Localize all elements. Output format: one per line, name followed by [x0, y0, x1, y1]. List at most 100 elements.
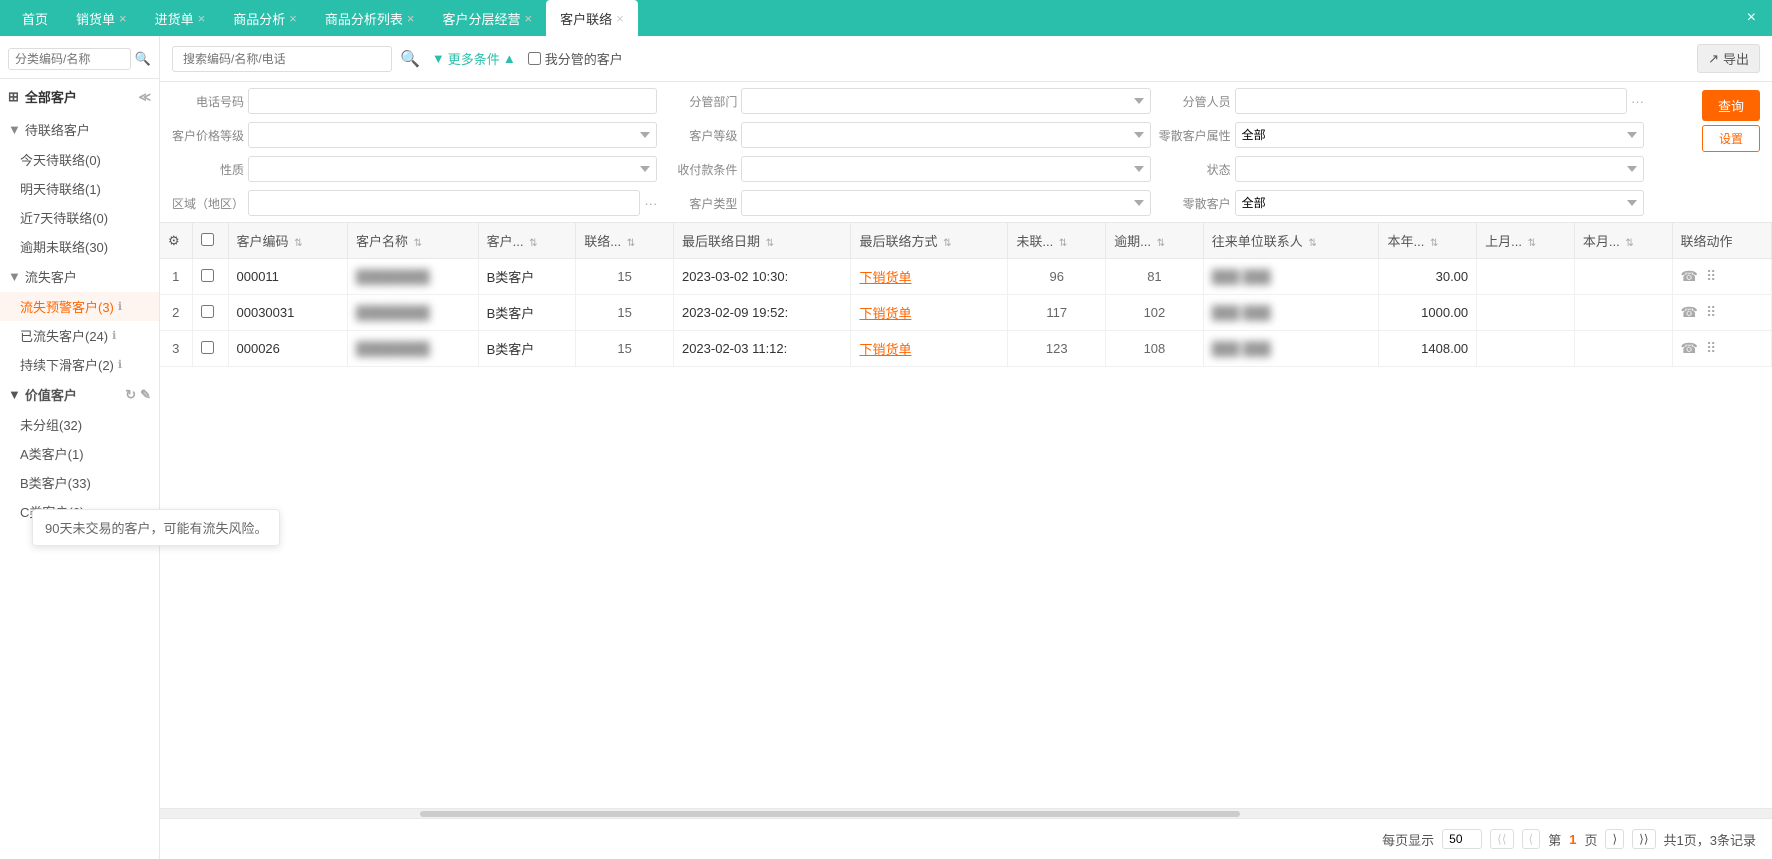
sidebar-section-churn-title[interactable]: ▼ 流失客户	[0, 261, 159, 292]
sidebar-section-pending-title[interactable]: ▼ 待联络客户	[0, 114, 159, 145]
action-more-icon-2[interactable]: ⠿	[1706, 304, 1716, 321]
pagination-next-button[interactable]: ⟩	[1605, 829, 1624, 849]
sidebar-item-today[interactable]: 今天待联络(0)	[0, 145, 159, 174]
my-customer-checkbox-label[interactable]: 我分管的客户	[528, 49, 623, 68]
customer-type-select[interactable]	[741, 190, 1150, 216]
sidebar-item-ungrouped[interactable]: 未分组(32)	[0, 410, 159, 439]
last-month-sort-icon[interactable]: ⇅	[1528, 238, 1536, 249]
tab-purchase-label: 进货单	[155, 9, 194, 28]
sidebar-item-a-class[interactable]: A类客户(1)	[0, 439, 159, 468]
edit-icon[interactable]: ✎	[140, 387, 151, 403]
tab-customer-contact-close[interactable]: ×	[616, 11, 624, 26]
region-input[interactable]	[248, 190, 640, 216]
td-last-method-link-1[interactable]: 下销货单	[859, 270, 911, 285]
td-last-method-link-2[interactable]: 下销货单	[859, 306, 911, 321]
sidebar-search-input[interactable]	[8, 48, 131, 70]
price-level-select[interactable]	[248, 122, 657, 148]
this-year-sort-icon[interactable]: ⇅	[1430, 238, 1438, 249]
sidebar-collapse-icon[interactable]: ≪	[138, 90, 151, 104]
person-dots-icon[interactable]: ···	[1631, 94, 1644, 109]
tab-sales[interactable]: 销货单 ×	[62, 0, 141, 36]
code-sort-icon[interactable]: ⇅	[294, 238, 302, 249]
filter-search-button[interactable]: 🔍	[400, 49, 420, 69]
sidebar-item-b-class[interactable]: B类客户(33)	[0, 468, 159, 497]
td-checkbox-1	[192, 259, 228, 295]
last-date-sort-icon[interactable]: ⇅	[766, 238, 774, 249]
action-more-icon-1[interactable]: ⠿	[1706, 268, 1716, 285]
dept-select[interactable]	[741, 88, 1150, 114]
td-name-3: ████████	[348, 331, 479, 367]
window-close-button[interactable]: ×	[1739, 9, 1764, 27]
td-index-2: 2	[160, 295, 192, 331]
tab-purchase[interactable]: 进货单 ×	[141, 0, 220, 36]
sidebar-item-overdue[interactable]: 逾期未联络(30)	[0, 232, 159, 261]
td-code-3: 000026	[228, 331, 348, 367]
scrollbar-thumb[interactable]	[420, 811, 1240, 817]
person-input[interactable]	[1235, 88, 1627, 114]
row-checkbox-2[interactable]	[201, 305, 214, 318]
tab-customer-tier[interactable]: 客户分层经营 ×	[428, 0, 546, 36]
tab-sales-close[interactable]: ×	[119, 11, 127, 26]
my-customer-checkbox[interactable]	[528, 52, 541, 65]
td-last-method-link-3[interactable]: 下销货单	[859, 342, 911, 357]
customer-level-select[interactable]	[741, 122, 1150, 148]
th-overdue-label: 逾期...	[1114, 234, 1151, 249]
export-button[interactable]: ↗ 导出	[1697, 44, 1760, 73]
tab-product-analysis[interactable]: 商品分析 ×	[219, 0, 311, 36]
td-contact-count-2: 15	[576, 295, 674, 331]
sidebar-search-icon[interactable]: 🔍	[135, 51, 151, 67]
pagination-total: 共1页，3条记录	[1664, 830, 1756, 849]
sidebar-item-7days[interactable]: 近7天待联络(0)	[0, 203, 159, 232]
settings-icon[interactable]: ⚙	[168, 233, 180, 248]
payment-select[interactable]	[741, 156, 1150, 182]
tab-customer-contact[interactable]: 客户联络 ×	[546, 0, 638, 36]
contact-person-sort-icon[interactable]: ⇅	[1308, 238, 1316, 249]
region-dots-icon[interactable]: ···	[644, 196, 657, 211]
tab-customer-tier-close[interactable]: ×	[524, 11, 532, 26]
uncontacted-sort-icon[interactable]: ⇅	[1059, 238, 1067, 249]
sidebar-item-churn-warning[interactable]: 流失预警客户(3) ℹ	[0, 292, 159, 321]
last-method-sort-icon[interactable]: ⇅	[943, 238, 951, 249]
sidebar-item-tomorrow[interactable]: 明天待联络(1)	[0, 174, 159, 203]
zero-retail-attr-select[interactable]: 全部	[1235, 122, 1644, 148]
filter-more-conditions-button[interactable]: ▼ 更多条件 ▲	[428, 49, 520, 68]
row-checkbox-3[interactable]	[201, 341, 214, 354]
zero-retail-select[interactable]: 全部	[1235, 190, 1644, 216]
name-sort-icon[interactable]: ⇅	[414, 238, 422, 249]
action-contact-icon-2[interactable]: ☎	[1681, 304, 1698, 321]
per-page-select[interactable]: 50	[1442, 829, 1482, 849]
action-contact-icon-3[interactable]: ☎	[1681, 340, 1698, 357]
horizontal-scrollbar[interactable]	[160, 808, 1772, 818]
nature-select[interactable]	[248, 156, 657, 182]
row-checkbox-1[interactable]	[201, 269, 214, 282]
tab-home[interactable]: 首页	[8, 0, 62, 36]
select-all-checkbox[interactable]	[201, 233, 214, 246]
dept-label: 分管部门	[665, 93, 737, 110]
tab-product-list-close[interactable]: ×	[407, 11, 415, 26]
overdue-sort-icon[interactable]: ⇅	[1157, 238, 1165, 249]
tab-purchase-close[interactable]: ×	[198, 11, 206, 26]
th-uncontacted-label: 未联...	[1016, 234, 1053, 249]
tab-product-analysis-close[interactable]: ×	[289, 11, 297, 26]
type-sort-icon[interactable]: ⇅	[529, 238, 537, 249]
filter-settings-button[interactable]: 设置	[1702, 125, 1760, 152]
sidebar-item-declining[interactable]: 持续下滑客户(2) ℹ	[0, 350, 159, 379]
action-contact-icon-1[interactable]: ☎	[1681, 268, 1698, 285]
query-button[interactable]: 查询	[1702, 90, 1760, 121]
phone-input[interactable]	[248, 88, 657, 114]
th-name-label: 客户名称	[356, 234, 408, 249]
sidebar-item-already-churn[interactable]: 已流失客户(24) ℹ	[0, 321, 159, 350]
pagination-first-button[interactable]: ⟨⟨	[1490, 829, 1513, 849]
tab-product-list[interactable]: 商品分析列表 ×	[311, 0, 429, 36]
person-label: 分管人员	[1159, 93, 1231, 110]
filter-search-input[interactable]	[172, 46, 392, 72]
this-month-sort-icon[interactable]: ⇅	[1625, 238, 1633, 249]
contact-count-sort-icon[interactable]: ⇅	[627, 238, 635, 249]
pagination-prev-button[interactable]: ⟨	[1522, 829, 1541, 849]
sidebar-all-customers[interactable]: ⊞ 全部客户 ≪	[0, 79, 159, 114]
status-select[interactable]	[1235, 156, 1644, 182]
refresh-icon[interactable]: ↻	[125, 387, 136, 403]
action-more-icon-3[interactable]: ⠿	[1706, 340, 1716, 357]
sidebar-section-value-title[interactable]: ▼ 价值客户 ↻ ✎	[0, 379, 159, 410]
pagination-last-button[interactable]: ⟩⟩	[1632, 829, 1655, 849]
